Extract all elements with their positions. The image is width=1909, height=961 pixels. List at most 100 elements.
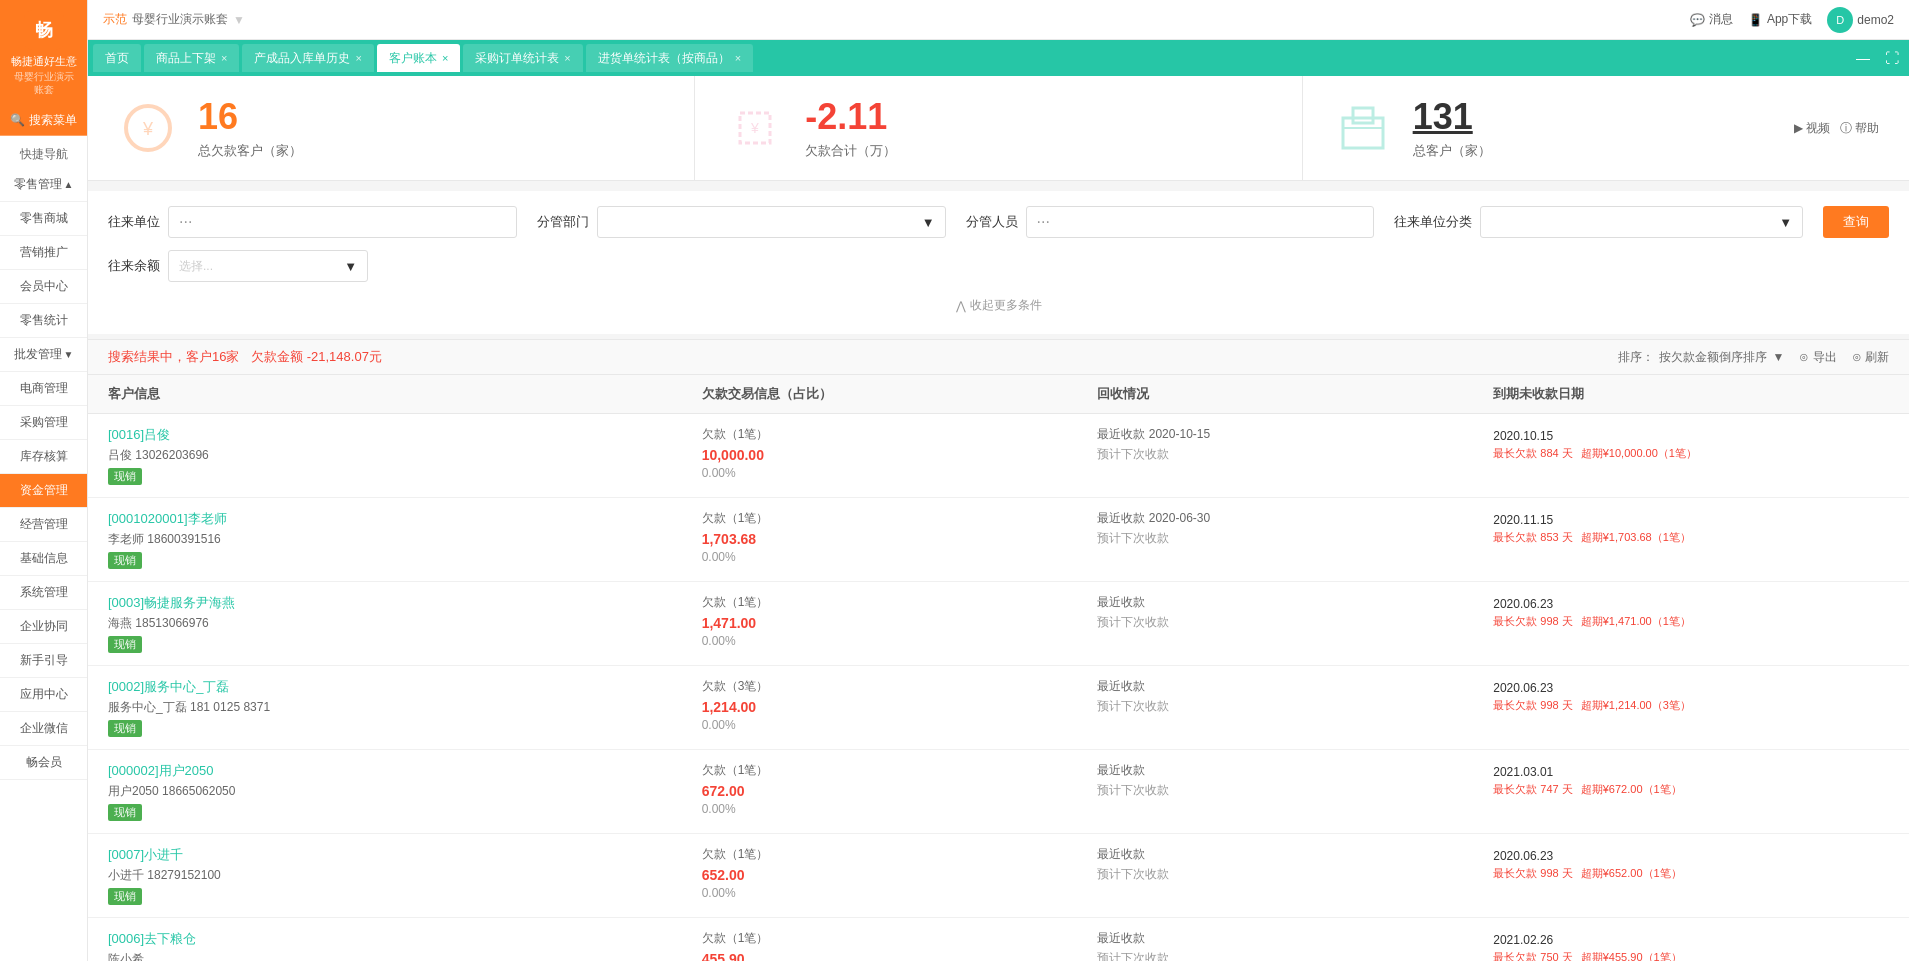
stat-label-debt-customers: 总欠款客户（家）: [198, 142, 664, 160]
sidebar-item-retail-mall[interactable]: 零售商城: [0, 202, 87, 236]
sort-control[interactable]: 排序： 按欠款金额倒序排序 ▼: [1618, 349, 1784, 366]
filter-dropdown-balance[interactable]: 选择... ▼: [168, 250, 368, 282]
customer-name-1[interactable]: [0001020001]李老师: [108, 510, 702, 528]
tab-close-icon[interactable]: ×: [735, 52, 741, 64]
sidebar: 畅 畅捷通好生意 母婴行业演示账套 🔍 搜索菜单 快捷导航 零售管理 ▲ 零售商…: [0, 0, 88, 961]
sidebar-item-app-center[interactable]: 应用中心: [0, 678, 87, 712]
collection-info-4: 最近收款 预计下次收款: [1097, 762, 1493, 799]
collapse-btn[interactable]: ⋀ 收起更多条件: [108, 292, 1889, 319]
tab-product-listing[interactable]: 商品上下架 ×: [144, 44, 239, 72]
customer-name-6[interactable]: [0006]去下粮仓: [108, 930, 702, 948]
tab-close-icon[interactable]: ×: [442, 52, 448, 64]
filter-label-classify: 往来单位分类: [1394, 213, 1472, 231]
customer-tag-4: 现销: [108, 804, 142, 821]
sidebar-item-purchase[interactable]: 采购管理: [0, 406, 87, 440]
debt-amount-4[interactable]: 672.00: [702, 783, 1098, 799]
next-collect-4: 预计下次收款: [1097, 782, 1493, 799]
sidebar-item-label: 企业微信: [20, 721, 68, 735]
sidebar-item-retail-mgmt[interactable]: 零售管理 ▲: [0, 168, 87, 202]
debt-amount-0[interactable]: 10,000.00: [702, 447, 1098, 463]
overdue-info-6: 2021.02.26 最长欠款 750 天 超期¥455.90（1笔）: [1493, 930, 1889, 961]
content-area: ¥ 16 总欠款客户（家） ¥: [88, 76, 1909, 961]
overdue-days-5[interactable]: 最长欠款 998 天 超期¥652.00（1笔）: [1493, 866, 1889, 881]
search-button[interactable]: 查询: [1823, 206, 1889, 238]
customer-info-6: [0006]去下粮仓 陈小希 现销: [108, 930, 702, 961]
tab-home-label: 首页: [105, 50, 129, 67]
overdue-days-0[interactable]: 最长欠款 884 天 超期¥10,000.00（1笔）: [1493, 446, 1889, 461]
sidebar-item-basic-info[interactable]: 基础信息: [0, 542, 87, 576]
customer-info-2: [0003]畅捷服务尹海燕 海燕 18513066976 现销: [108, 594, 702, 653]
tab-purchase-stat[interactable]: 采购订单统计表 ×: [463, 44, 582, 72]
refresh-btn[interactable]: ⊙ 刷新: [1852, 349, 1889, 366]
sidebar-item-retail-stat[interactable]: 零售统计: [0, 304, 87, 338]
message-btn[interactable]: 💬 消息: [1690, 11, 1733, 28]
view-video-btn[interactable]: ▶ 视频: [1794, 120, 1830, 137]
sidebar-item-marketing[interactable]: 营销推广: [0, 236, 87, 270]
tab-close-icon[interactable]: ×: [564, 52, 570, 64]
sidebar-item-member[interactable]: 会员中心: [0, 270, 87, 304]
stat-label-debt-amount: 欠款合计（万）: [805, 142, 1271, 160]
filter-dropdown-classify[interactable]: ▼: [1480, 206, 1803, 238]
overdue-date-0: 2020.10.15: [1493, 429, 1889, 443]
results-actions: 排序： 按欠款金额倒序排序 ▼ ⊙ 导出 ⊙ 刷新: [1618, 349, 1889, 366]
debt-amount-3[interactable]: 1,214.00: [702, 699, 1098, 715]
filter-input-unit[interactable]: ···: [168, 206, 517, 238]
sidebar-item-collab[interactable]: 企业协同: [0, 610, 87, 644]
debt-amount-5[interactable]: 652.00: [702, 867, 1098, 883]
tab-home[interactable]: 首页: [93, 44, 141, 72]
tab-close-icon[interactable]: ×: [221, 52, 227, 64]
chevron-down-icon: ▼: [64, 349, 74, 360]
sidebar-logo-text: 畅捷通好生意: [10, 54, 77, 68]
customer-phone-2: 海燕 18513066976: [108, 615, 702, 632]
sidebar-logo[interactable]: 畅 畅捷通好生意 母婴行业演示账套: [0, 0, 87, 106]
sidebar-item-enterprise-wechat[interactable]: 企业微信: [0, 712, 87, 746]
debt-count-0: 欠款（1笔）: [702, 426, 1098, 443]
debt-amount-2[interactable]: 1,471.00: [702, 615, 1098, 631]
overdue-days-3[interactable]: 最长欠款 998 天 超期¥1,214.00（3笔）: [1493, 698, 1889, 713]
customer-name-4[interactable]: [000002]用户2050: [108, 762, 702, 780]
tab-minimize-btn[interactable]: —: [1851, 48, 1875, 68]
help-btn[interactable]: ⓘ 帮助: [1840, 120, 1879, 137]
sidebar-item-operations[interactable]: 经营管理: [0, 508, 87, 542]
sort-arrow-icon: ▼: [1772, 350, 1784, 364]
debt-amount-1[interactable]: 1,703.68: [702, 531, 1098, 547]
sidebar-quick-nav[interactable]: 快捷导航: [0, 136, 87, 168]
customer-name-2[interactable]: [0003]畅捷服务尹海燕: [108, 594, 702, 612]
export-btn[interactable]: ⊙ 导出: [1799, 349, 1836, 366]
tab-close-icon[interactable]: ×: [355, 52, 361, 64]
sidebar-item-ecommerce[interactable]: 电商管理: [0, 372, 87, 406]
overdue-days-4[interactable]: 最长欠款 747 天 超期¥672.00（1笔）: [1493, 782, 1889, 797]
sidebar-search[interactable]: 🔍 搜索菜单: [0, 106, 87, 136]
tab-inbound-stat[interactable]: 进货单统计表（按商品） ×: [586, 44, 753, 72]
sidebar-item-finance[interactable]: 资金管理: [0, 474, 87, 508]
sidebar-item-guide[interactable]: 新手引导: [0, 644, 87, 678]
tab-production-history[interactable]: 产成品入库单历史 ×: [242, 44, 373, 72]
overdue-days-1[interactable]: 最长欠款 853 天 超期¥1,703.68（1笔）: [1493, 530, 1889, 545]
results-summary: 搜索结果中，客户16家 欠款金额 -21,148.07元: [108, 348, 382, 366]
table-row: [0002]服务中心_丁磊 服务中心_丁磊 181 0125 8371 现销 欠…: [88, 666, 1909, 750]
table-header: 客户信息 欠款交易信息（占比） 回收情况 到期未收款日期: [88, 375, 1909, 414]
debt-count-4: 欠款（1笔）: [702, 762, 1098, 779]
filter-dropdown-dept[interactable]: ▼: [597, 206, 946, 238]
last-collect-2: 最近收款: [1097, 594, 1493, 611]
debt-amount-6[interactable]: 455.90: [702, 951, 1098, 961]
customer-name-0[interactable]: [0016]吕俊: [108, 426, 702, 444]
dropdown-arrow-icon2: ▼: [1779, 215, 1792, 230]
filter-input-person[interactable]: ···: [1026, 206, 1375, 238]
sidebar-item-system[interactable]: 系统管理: [0, 576, 87, 610]
col-header-due-date: 到期未收款日期: [1493, 385, 1889, 403]
customer-name-3[interactable]: [0002]服务中心_丁磊: [108, 678, 702, 696]
overdue-days-2[interactable]: 最长欠款 998 天 超期¥1,471.00（1笔）: [1493, 614, 1889, 629]
debt-ratio-1: 0.00%: [702, 550, 1098, 564]
overdue-days-6[interactable]: 最长欠款 750 天 超期¥455.90（1笔）: [1493, 950, 1889, 961]
user-menu[interactable]: D demo2: [1827, 7, 1894, 33]
tab-customer-account[interactable]: 客户账本 ×: [377, 44, 460, 72]
sidebar-item-wholesale-mgmt[interactable]: 批发管理 ▼: [0, 338, 87, 372]
sidebar-item-vip[interactable]: 畅会员: [0, 746, 87, 780]
tab-maximize-btn[interactable]: ⛶: [1880, 48, 1904, 68]
app-download-btn[interactable]: 📱 App下载: [1748, 11, 1812, 28]
sidebar-item-label: 电商管理: [20, 381, 68, 395]
sidebar-item-inventory[interactable]: 库存核算: [0, 440, 87, 474]
customer-name-5[interactable]: [0007]小进千: [108, 846, 702, 864]
overdue-date-3: 2020.06.23: [1493, 681, 1889, 695]
